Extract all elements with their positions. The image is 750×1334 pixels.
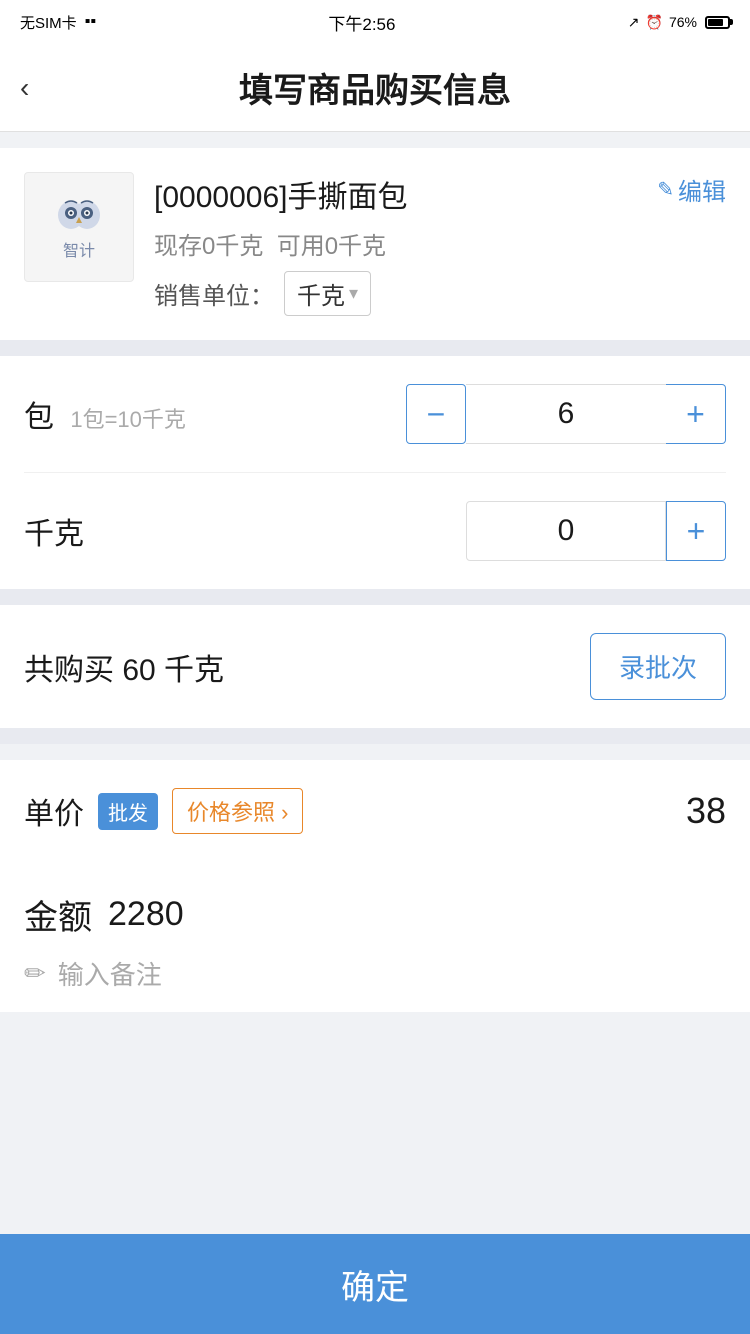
product-thumbnail: 智计 <box>24 172 134 282</box>
confirm-bar[interactable]: 确定 <box>0 1234 750 1334</box>
amount-label: 金额 <box>24 890 92 939</box>
package-quantity-control: − + <box>406 384 726 444</box>
edit-icon: ✎ <box>657 177 674 202</box>
package-label: 包 1包=10千克 <box>24 392 406 436</box>
price-section: 单价 批发 价格参照 › 38 <box>0 760 750 862</box>
back-button[interactable]: ‹ <box>20 74 29 102</box>
wifi-icon: ▪▪ <box>85 13 96 31</box>
product-unit-row: 销售单位： 千克 ▾ <box>154 271 726 316</box>
confirm-text: 确定 <box>341 1260 409 1309</box>
remark-placeholder: 输入备注 <box>58 955 162 992</box>
kilogram-quantity-input[interactable] <box>466 501 666 561</box>
status-left: 无SIM卡 ▪▪ <box>20 12 96 33</box>
amount-value: 2280 <box>108 895 184 934</box>
status-right: ↗ ⏰ 76% <box>628 14 730 31</box>
carrier-label: 无SIM卡 <box>20 12 77 33</box>
batch-button[interactable]: 录批次 <box>590 633 726 700</box>
logo-label: 智计 <box>63 237 95 261</box>
divider-3 <box>0 728 750 744</box>
remark-row[interactable]: ✏ 输入备注 <box>24 955 726 992</box>
time-label: 下午2:56 <box>328 10 395 35</box>
product-stock: 现存0千克 可用0千克 <box>154 226 726 261</box>
input-section: 包 1包=10千克 − + 千克 + <box>0 356 750 589</box>
divider-2 <box>0 589 750 605</box>
amount-row: 金额 2280 <box>24 890 726 939</box>
kilogram-plus-button[interactable]: + <box>666 501 726 561</box>
summary-section: 共购买 60 千克 录批次 <box>0 605 750 728</box>
product-logo <box>49 193 109 233</box>
price-value: 38 <box>686 790 726 832</box>
kilogram-quantity-control: + <box>466 501 726 561</box>
battery-label: 76% <box>669 14 697 30</box>
package-row: 包 1包=10千克 − + <box>24 356 726 473</box>
package-plus-button[interactable]: + <box>666 384 726 444</box>
price-label-group: 单价 批发 价格参照 › <box>24 788 303 834</box>
price-label: 单价 <box>24 789 84 833</box>
package-sub-label: 1包=10千克 <box>70 407 186 432</box>
page-title: 填写商品购买信息 <box>239 63 511 112</box>
location-icon: ↗ <box>628 14 640 31</box>
alarm-icon: ⏰ <box>646 14 663 31</box>
kilogram-label: 千克 <box>24 509 466 553</box>
edit-button[interactable]: ✎ 编辑 <box>657 172 726 207</box>
unit-select[interactable]: 千克 ▾ <box>284 271 371 316</box>
nav-bar: ‹ 填写商品购买信息 <box>0 44 750 132</box>
package-quantity-input[interactable] <box>466 384 666 444</box>
product-info: [0000006]手撕面包 现存0千克 可用0千克 销售单位： 千克 ▾ <box>154 172 726 316</box>
divider-1 <box>0 340 750 356</box>
pencil-icon: ✏ <box>24 958 46 989</box>
battery-icon <box>705 16 730 29</box>
unit-label: 销售单位： <box>154 276 274 311</box>
edit-label: 编辑 <box>678 172 726 207</box>
kilogram-row: 千克 + <box>24 473 726 589</box>
product-card: 智计 [0000006]手撕面包 现存0千克 可用0千克 销售单位： 千克 ▾ … <box>0 148 750 340</box>
price-row: 单价 批发 价格参照 › 38 <box>24 788 726 834</box>
package-minus-button[interactable]: − <box>406 384 466 444</box>
bottom-spacer <box>0 1012 750 1212</box>
summary-text: 共购买 60 千克 <box>24 645 224 689</box>
product-name: [0000006]手撕面包 <box>154 172 726 216</box>
status-bar: 无SIM卡 ▪▪ 下午2:56 ↗ ⏰ 76% <box>0 0 750 44</box>
price-batch-tag: 批发 <box>98 793 158 830</box>
price-ref-button[interactable]: 价格参照 › <box>172 788 303 834</box>
amount-section: 金额 2280 ✏ 输入备注 <box>0 862 750 1012</box>
